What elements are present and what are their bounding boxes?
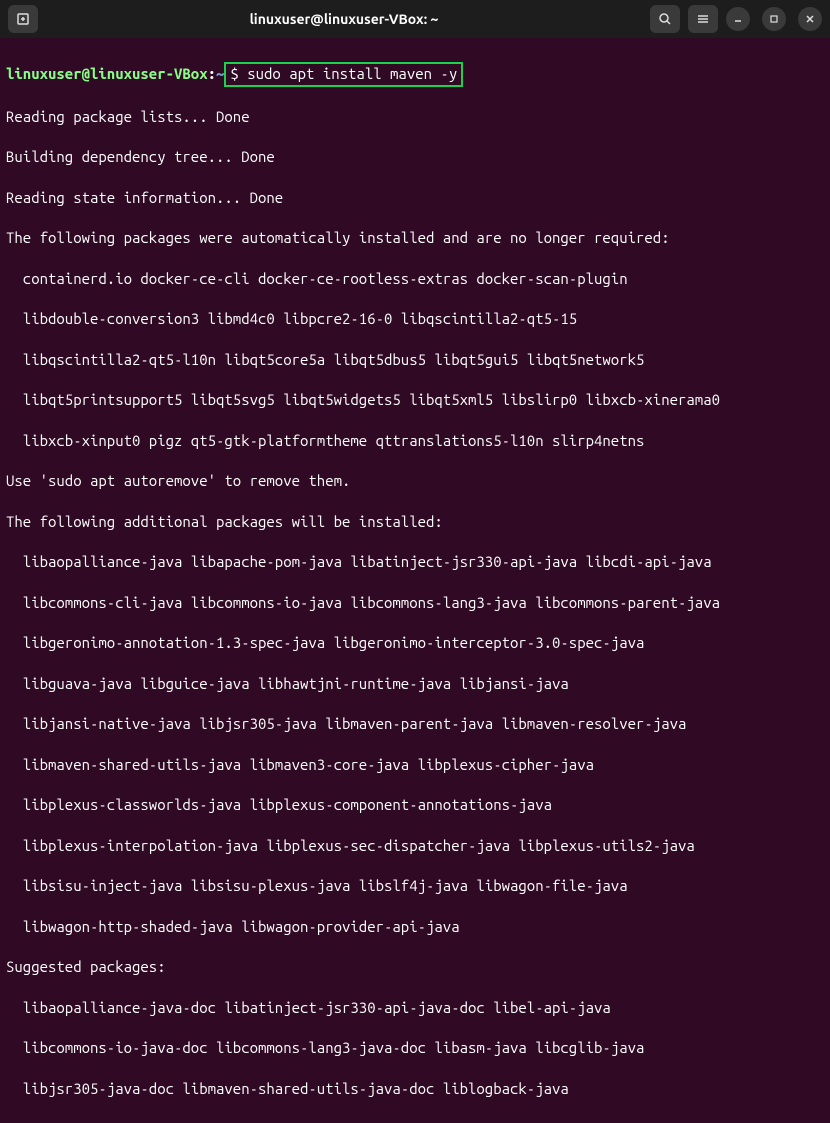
output-line: libguava-java libguice-java libhawtjni-r… [6, 674, 824, 694]
output-line: libjansi-native-java libjsr305-java libm… [6, 714, 824, 734]
prompt-path: ~ [216, 65, 224, 82]
output-line: Suggested packages: [6, 957, 824, 977]
output-line: libwagon-http-shaded-java libwagon-provi… [6, 917, 824, 937]
output-line: libmaven-shared-utils-java libmaven3-cor… [6, 755, 824, 775]
output-line: libgeronimo-annotation-1.3-spec-java lib… [6, 633, 824, 653]
new-tab-button[interactable] [8, 5, 38, 33]
output-line: libqscintilla2-qt5-l10n libqt5core5a lib… [6, 350, 824, 370]
search-button[interactable] [650, 5, 680, 33]
terminal-content[interactable]: linuxuser@linuxuser-VBox:~$ sudo apt ins… [0, 38, 830, 1123]
titlebar: linuxuser@linuxuser-VBox: ~ [0, 0, 830, 38]
prompt-dollar: $ [230, 65, 238, 82]
output-line: libqt5printsupport5 libqt5svg5 libqt5wid… [6, 390, 824, 410]
minimize-button[interactable] [726, 7, 750, 31]
output-line: libsisu-inject-java libsisu-plexus-java … [6, 876, 824, 896]
menu-button[interactable] [688, 5, 718, 33]
output-line: libdouble-conversion3 libmd4c0 libpcre2-… [6, 309, 824, 329]
output-line: libaopalliance-java-doc libatinject-jsr3… [6, 998, 824, 1018]
output-line: The following packages were automaticall… [6, 228, 824, 248]
prompt-user-host: linuxuser@linuxuser-VBox [6, 65, 208, 82]
command-highlight-box: $ sudo apt install maven -y [224, 62, 463, 86]
output-line: containerd.io docker-ce-cli docker-ce-ro… [6, 269, 824, 289]
output-line: libcommons-cli-java libcommons-io-java l… [6, 593, 824, 613]
output-line: Building dependency tree... Done [6, 147, 824, 167]
command-text: sudo apt install maven -y [247, 65, 457, 82]
window-controls [726, 7, 822, 31]
output-line: Reading state information... Done [6, 188, 824, 208]
output-line: The following additional packages will b… [6, 512, 824, 532]
close-button[interactable] [798, 7, 822, 31]
prompt-line: linuxuser@linuxuser-VBox:~$ sudo apt ins… [6, 62, 824, 86]
prompt-separator: : [208, 65, 216, 82]
output-line: libjsr305-java-doc libmaven-shared-utils… [6, 1079, 824, 1099]
output-line: Reading package lists... Done [6, 107, 824, 127]
window-title: linuxuser@linuxuser-VBox: ~ [46, 11, 642, 27]
output-line: libplexus-classworlds-java libplexus-com… [6, 795, 824, 815]
output-line: libxcb-xinput0 pigz qt5-gtk-platformthem… [6, 431, 824, 451]
output-line: libplexus-interpolation-java libplexus-s… [6, 836, 824, 856]
maximize-button[interactable] [762, 7, 786, 31]
output-line: libcommons-io-java-doc libcommons-lang3-… [6, 1038, 824, 1058]
output-line: Use 'sudo apt autoremove' to remove them… [6, 471, 824, 491]
output-line: libaopalliance-java libapache-pom-java l… [6, 552, 824, 572]
